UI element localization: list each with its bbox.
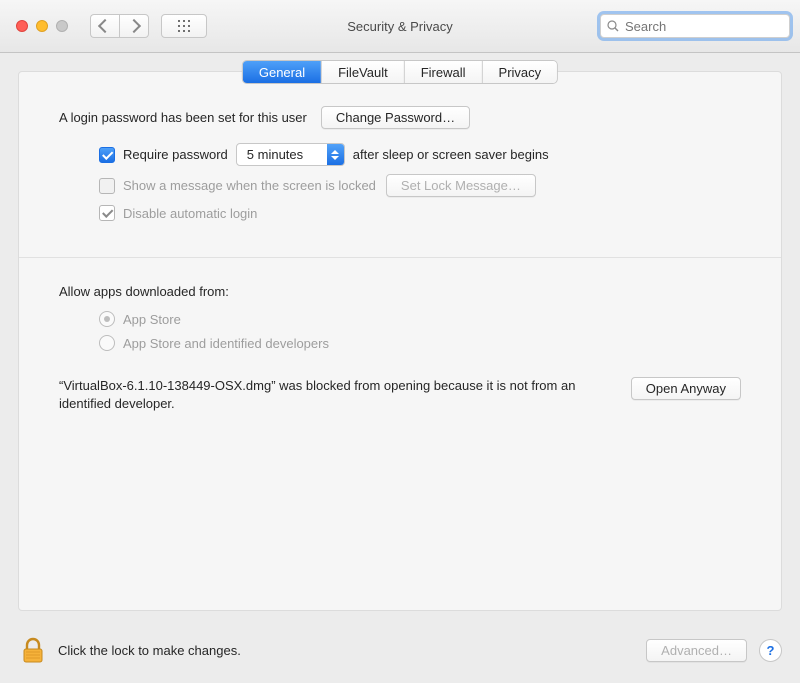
minimize-window-button[interactable]: [36, 20, 48, 32]
require-password-row: Require password 5 minutes after sleep o…: [99, 143, 741, 166]
section-divider: [19, 257, 781, 258]
login-password-text: A login password has been set for this u…: [59, 110, 307, 125]
content-pane: General FileVault Firewall Privacy A log…: [0, 53, 800, 611]
allow-apps-option-appstore: App Store: [99, 311, 741, 327]
search-input[interactable]: [623, 18, 800, 35]
close-window-button[interactable]: [16, 20, 28, 32]
allow-apps-radio-label: App Store: [123, 312, 181, 327]
advanced-button[interactable]: Advanced…: [646, 639, 747, 662]
allow-apps-radio-identified[interactable]: [99, 335, 115, 351]
allow-apps-radio-label: App Store and identified developers: [123, 336, 329, 351]
preferences-panel: General FileVault Firewall Privacy A log…: [18, 71, 782, 611]
general-tab-content: A login password has been set for this u…: [19, 72, 781, 413]
search-icon: [607, 20, 619, 32]
nav-back-forward: [90, 14, 149, 38]
allow-apps-heading: Allow apps downloaded from:: [59, 284, 741, 299]
tab-label: FileVault: [338, 65, 388, 80]
show-all-preferences-button[interactable]: [161, 14, 207, 38]
show-lock-message-checkbox[interactable]: [99, 178, 115, 194]
require-password-checkbox[interactable]: [99, 147, 115, 163]
require-password-delay-value: 5 minutes: [247, 147, 317, 162]
lock-hint-text: Click the lock to make changes.: [58, 643, 241, 658]
tab-privacy[interactable]: Privacy: [483, 61, 558, 83]
require-password-post-label: after sleep or screen saver begins: [353, 147, 549, 162]
open-anyway-button[interactable]: Open Anyway: [631, 377, 741, 400]
tab-bar: General FileVault Firewall Privacy: [243, 61, 557, 83]
window-title: Security & Privacy: [347, 19, 452, 34]
chevron-left-icon: [98, 19, 112, 33]
tab-label: Privacy: [499, 65, 542, 80]
blocked-app-row: “VirtualBox-6.1.10-138449-OSX.dmg” was b…: [59, 377, 741, 413]
change-password-button[interactable]: Change Password…: [321, 106, 470, 129]
lock-icon[interactable]: [18, 635, 48, 665]
chevron-right-icon: [127, 19, 141, 33]
select-stepper-icon: [327, 144, 344, 165]
require-password-pre-label: Require password: [123, 147, 228, 162]
forward-button[interactable]: [119, 14, 149, 38]
tab-filevault[interactable]: FileVault: [322, 61, 405, 83]
show-lock-message-label: Show a message when the screen is locked: [123, 178, 376, 193]
tab-general[interactable]: General: [243, 61, 322, 83]
tab-label: General: [259, 65, 305, 80]
footer: Click the lock to make changes. Advanced…: [0, 621, 800, 683]
titlebar: Security & Privacy: [0, 0, 800, 53]
blocked-app-message: “VirtualBox-6.1.10-138449-OSX.dmg” was b…: [59, 377, 579, 413]
show-lock-message-row: Show a message when the screen is locked…: [99, 174, 741, 197]
require-password-delay-select[interactable]: 5 minutes: [236, 143, 345, 166]
back-button[interactable]: [90, 14, 119, 38]
disable-auto-login-label: Disable automatic login: [123, 206, 257, 221]
login-password-row: A login password has been set for this u…: [59, 106, 741, 129]
allow-apps-option-identified: App Store and identified developers: [99, 335, 741, 351]
disable-auto-login-checkbox[interactable]: [99, 205, 115, 221]
disable-auto-login-row: Disable automatic login: [99, 205, 741, 221]
zoom-window-button[interactable]: [56, 20, 68, 32]
window-controls: [16, 20, 68, 32]
search-field-wrap[interactable]: [600, 14, 790, 38]
tab-firewall[interactable]: Firewall: [405, 61, 483, 83]
tab-label: Firewall: [421, 65, 466, 80]
help-button[interactable]: ?: [759, 639, 782, 662]
set-lock-message-button[interactable]: Set Lock Message…: [386, 174, 536, 197]
allow-apps-radio-appstore[interactable]: [99, 311, 115, 327]
grid-icon: [178, 20, 190, 32]
